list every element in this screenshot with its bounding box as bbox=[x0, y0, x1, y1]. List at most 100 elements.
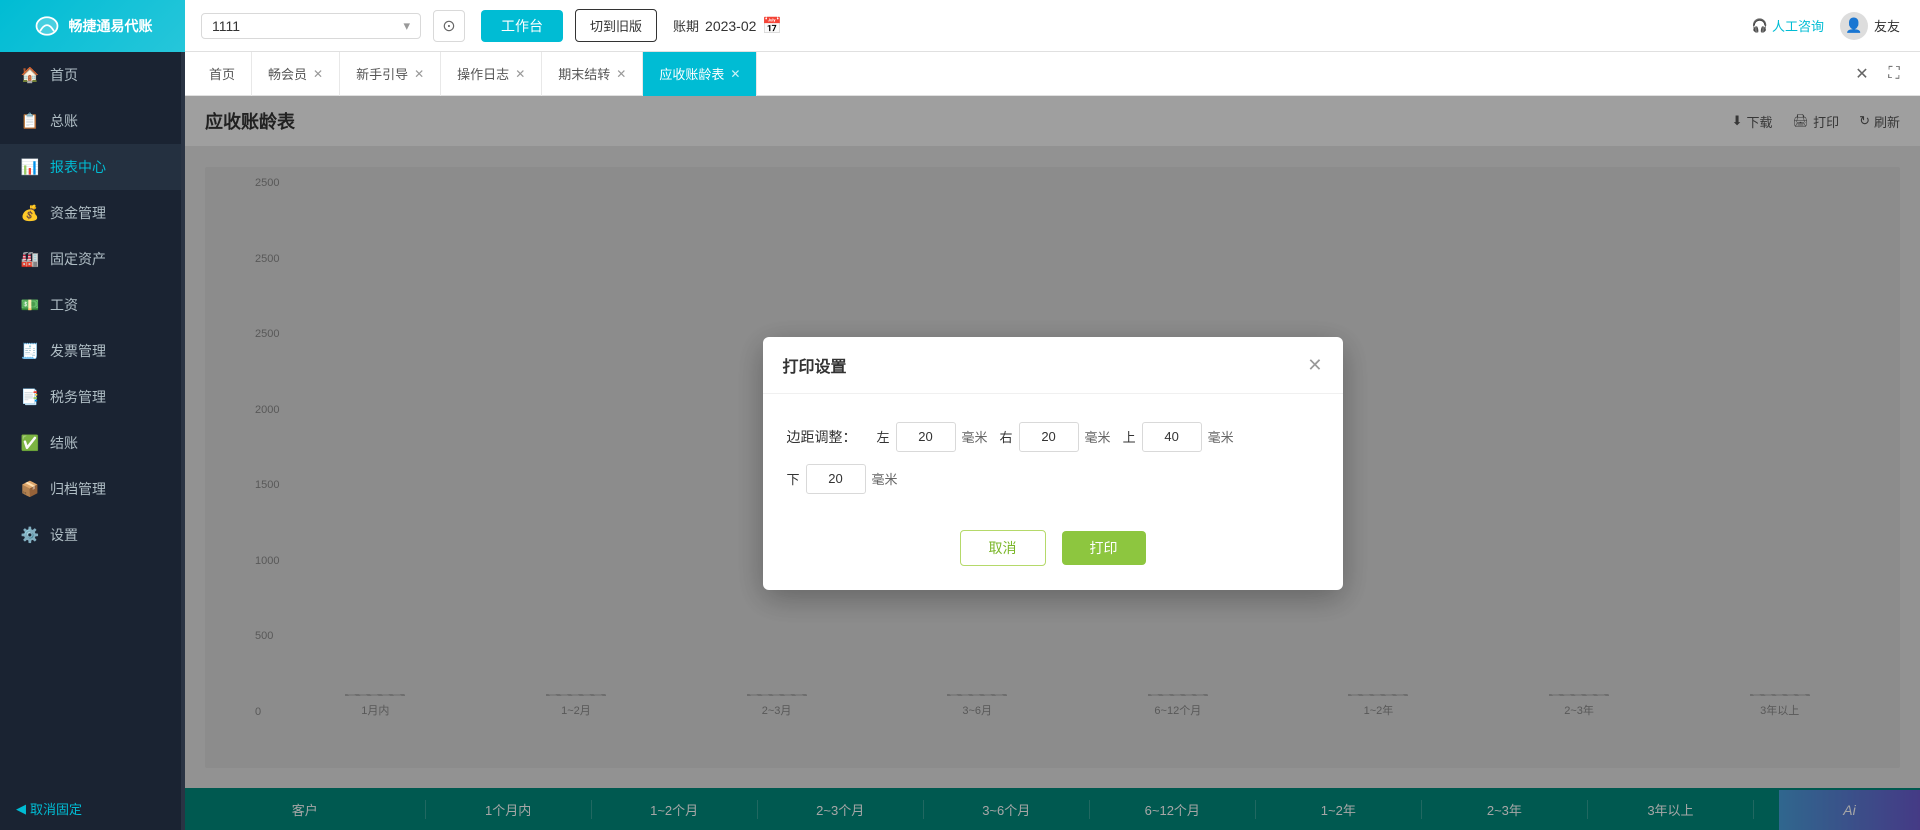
tab-label-member: 畅会员 bbox=[268, 64, 307, 83]
margin-top-input[interactable] bbox=[1142, 422, 1202, 452]
tab-close-member[interactable]: ✕ bbox=[313, 67, 323, 81]
tab-label-period-end: 期末结转 bbox=[558, 64, 610, 83]
sidebar-item-home[interactable]: 🏠 首页 bbox=[0, 52, 185, 98]
sidebar-item-archive[interactable]: 📦 归档管理 bbox=[0, 466, 185, 512]
ledger-icon: 📋 bbox=[20, 111, 40, 131]
sidebar-label-invoice: 发票管理 bbox=[50, 341, 106, 361]
tab-member[interactable]: 畅会员 ✕ bbox=[252, 52, 340, 96]
sidebar-item-tax[interactable]: 📑 税务管理 bbox=[0, 374, 185, 420]
margin-bottom-item: 下 毫米 bbox=[787, 464, 898, 494]
assets-icon: 🏭 bbox=[20, 249, 40, 269]
salary-icon: 💵 bbox=[20, 295, 40, 315]
switch-version-button[interactable]: 切到旧版 bbox=[575, 9, 657, 42]
avatar-icon: 👤 bbox=[1845, 17, 1862, 34]
sidebar-label-funds: 资金管理 bbox=[50, 203, 106, 223]
tab-label-ar-aging: 应收账龄表 bbox=[659, 64, 724, 83]
sidebar-label-checkout: 结账 bbox=[50, 433, 78, 453]
sidebar-item-ledger[interactable]: 📋 总账 bbox=[0, 98, 185, 144]
tab-close-ar-aging[interactable]: ✕ bbox=[730, 67, 740, 81]
company-name: 1111 bbox=[212, 18, 395, 34]
margin-top-label: 上 bbox=[1123, 427, 1136, 446]
main-layout: 🏠 首页 📋 总账 📊 报表中心 💰 资金管理 🏭 固定资产 💵 工资 🧾 发票… bbox=[0, 52, 1920, 830]
sidebar-item-checkout[interactable]: ✅ 结账 bbox=[0, 420, 185, 466]
header-right: 🎧 人工咨询 👤 友友 bbox=[1752, 12, 1920, 40]
sidebar-collapse-btn[interactable]: ◀ 取消固定 bbox=[0, 787, 185, 830]
period-label: 账期 bbox=[673, 16, 699, 35]
margin-left-item: 左 毫米 bbox=[877, 422, 988, 452]
dialog-close-button[interactable]: ✕ bbox=[1307, 356, 1322, 374]
margin-right-item: 右 毫米 bbox=[1000, 422, 1111, 452]
cancel-button[interactable]: 取消 bbox=[960, 530, 1046, 566]
tab-close-period-end[interactable]: ✕ bbox=[616, 67, 626, 81]
user-avatar: 👤 bbox=[1840, 12, 1868, 40]
tax-icon: 📑 bbox=[20, 387, 40, 407]
archive-icon-btn[interactable]: ⊙ bbox=[433, 10, 465, 42]
dialog-overlay: 打印设置 ✕ 边距调整： 左 毫米 右 bbox=[185, 96, 1920, 830]
margin-bottom-unit: 毫米 bbox=[872, 469, 898, 488]
sidebar-label-salary: 工资 bbox=[50, 295, 78, 315]
margin-left-input[interactable] bbox=[896, 422, 956, 452]
dialog-body: 边距调整： 左 毫米 右 毫米 bbox=[763, 394, 1343, 514]
company-dropdown-icon: ▾ bbox=[403, 18, 410, 34]
sidebar-item-settings[interactable]: ⚙️ 设置 bbox=[0, 512, 185, 558]
margin-top-item: 上 毫米 bbox=[1123, 422, 1234, 452]
collapse-icon: ◀ bbox=[16, 801, 26, 817]
sidebar-item-assets[interactable]: 🏭 固定资产 bbox=[0, 236, 185, 282]
sidebar-label-assets: 固定资产 bbox=[50, 249, 106, 269]
logo-icon bbox=[33, 12, 61, 40]
sidebar: 🏠 首页 📋 总账 📊 报表中心 💰 资金管理 🏭 固定资产 💵 工资 🧾 发票… bbox=[0, 52, 185, 830]
home-icon: 🏠 bbox=[20, 65, 40, 85]
tabs-expand-btn[interactable]: ⛶ bbox=[1880, 60, 1908, 88]
tab-home[interactable]: 首页 bbox=[193, 52, 252, 96]
sidebar-label-home: 首页 bbox=[50, 65, 78, 85]
reports-icon: 📊 bbox=[20, 157, 40, 177]
settings-icon: ⚙️ bbox=[20, 525, 40, 545]
dialog-title: 打印设置 bbox=[783, 353, 847, 377]
margin-bottom-label: 下 bbox=[787, 469, 800, 488]
sidebar-item-invoice[interactable]: 🧾 发票管理 bbox=[0, 328, 185, 374]
invoice-icon: 🧾 bbox=[20, 341, 40, 361]
consult-button[interactable]: 🎧 人工咨询 bbox=[1752, 16, 1824, 35]
company-selector[interactable]: 1111 ▾ bbox=[201, 13, 421, 39]
margin-bottom-input[interactable] bbox=[806, 464, 866, 494]
content-area: 首页 畅会员 ✕ 新手引导 ✕ 操作日志 ✕ 期末结转 ✕ 应收账龄表 ✕ bbox=[185, 52, 1920, 830]
tab-label-guide: 新手引导 bbox=[356, 64, 408, 83]
tab-close-oplog[interactable]: ✕ bbox=[515, 67, 525, 81]
consult-label: 人工咨询 bbox=[1772, 16, 1824, 35]
print-settings-dialog: 打印设置 ✕ 边距调整： 左 毫米 右 bbox=[763, 337, 1343, 590]
sidebar-item-funds[interactable]: 💰 资金管理 bbox=[0, 190, 185, 236]
dialog-footer: 取消 打印 bbox=[763, 514, 1343, 590]
archive-sidebar-icon: 📦 bbox=[20, 479, 40, 499]
tab-guide[interactable]: 新手引导 ✕ bbox=[340, 52, 441, 96]
sidebar-footer-label: 取消固定 bbox=[30, 799, 82, 818]
tab-ar-aging[interactable]: 应收账龄表 ✕ bbox=[643, 52, 757, 96]
workbench-button[interactable]: 工作台 bbox=[481, 10, 563, 42]
tab-label-home: 首页 bbox=[209, 64, 235, 83]
calendar-icon[interactable]: 📅 bbox=[762, 16, 782, 36]
margin-right-input[interactable] bbox=[1019, 422, 1079, 452]
tab-label-oplog: 操作日志 bbox=[457, 64, 509, 83]
sidebar-item-reports[interactable]: 📊 报表中心 bbox=[0, 144, 185, 190]
margin-top-unit: 毫米 bbox=[1208, 427, 1234, 446]
period-area: 账期 2023-02 📅 bbox=[673, 16, 782, 36]
sidebar-label-tax: 税务管理 bbox=[50, 387, 106, 407]
user-area[interactable]: 👤 友友 bbox=[1840, 12, 1900, 40]
tab-period-end[interactable]: 期末结转 ✕ bbox=[542, 52, 643, 96]
app-logo-text: 畅捷通易代账 bbox=[69, 16, 153, 36]
sidebar-label-reports: 报表中心 bbox=[50, 157, 106, 177]
sidebar-label-ledger: 总账 bbox=[50, 111, 78, 131]
tab-oplog[interactable]: 操作日志 ✕ bbox=[441, 52, 542, 96]
page-content: 应收账龄表 ⬇ 下载 🖨 打印 ↻ 刷新 bbox=[185, 96, 1920, 830]
margin-right-label: 右 bbox=[1000, 427, 1013, 446]
margin-left-label: 左 bbox=[877, 427, 890, 446]
sidebar-item-salary[interactable]: 💵 工资 bbox=[0, 282, 185, 328]
print-confirm-button[interactable]: 打印 bbox=[1062, 531, 1146, 565]
margin-left-unit: 毫米 bbox=[962, 427, 988, 446]
checkout-icon: ✅ bbox=[20, 433, 40, 453]
sidebar-label-settings: 设置 bbox=[50, 525, 78, 545]
tab-close-guide[interactable]: ✕ bbox=[414, 67, 424, 81]
top-header: 畅捷通易代账 1111 ▾ ⊙ 工作台 切到旧版 账期 2023-02 📅 🎧 … bbox=[0, 0, 1920, 52]
tabs-close-all-btn[interactable]: ✕ bbox=[1848, 60, 1876, 88]
logo-area: 畅捷通易代账 bbox=[0, 0, 185, 52]
tabs-bar: 首页 畅会员 ✕ 新手引导 ✕ 操作日志 ✕ 期末结转 ✕ 应收账龄表 ✕ bbox=[185, 52, 1920, 96]
